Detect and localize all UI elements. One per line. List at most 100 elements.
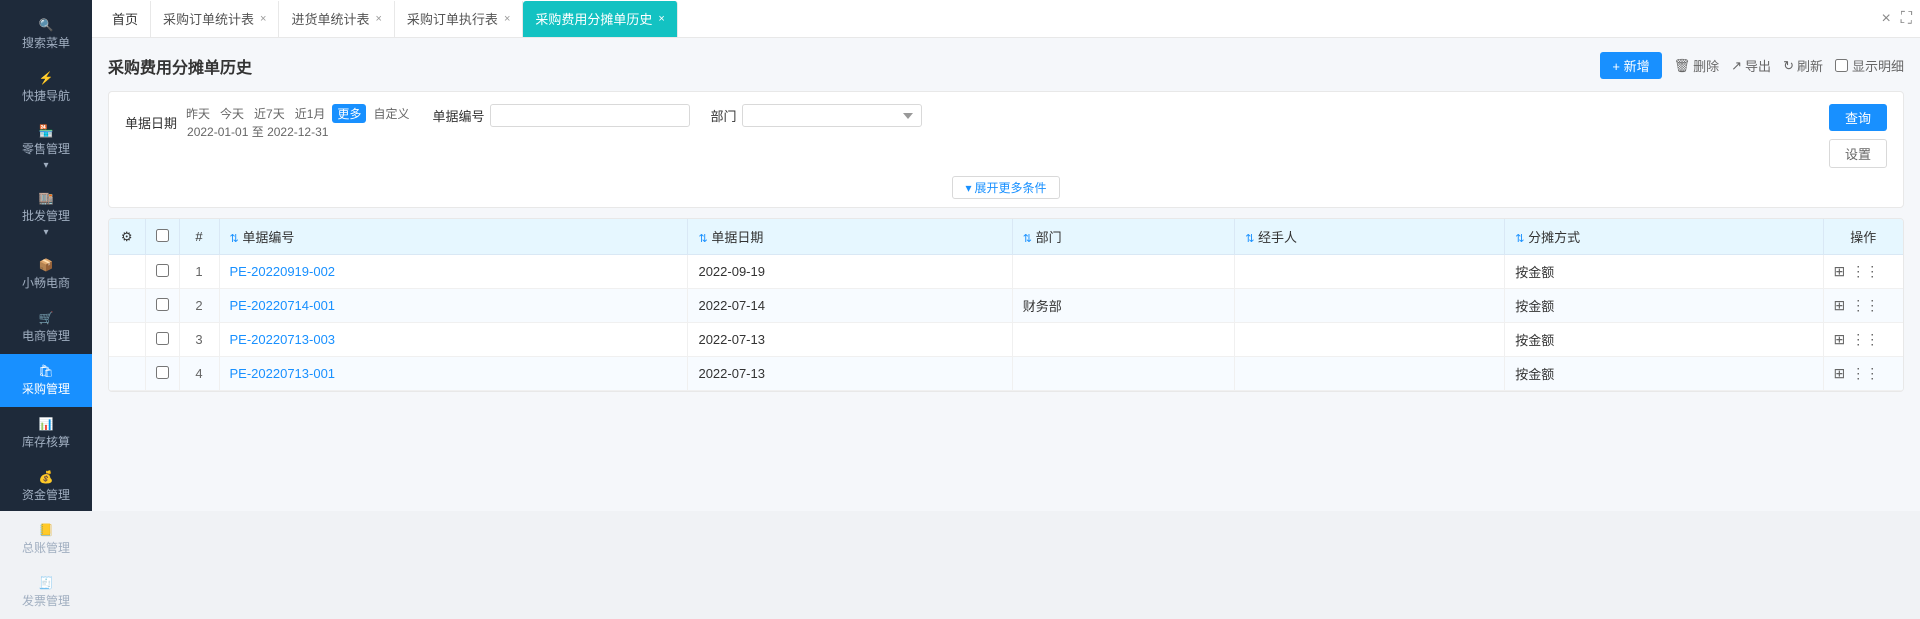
- shortcut-7days[interactable]: 近7天: [251, 104, 288, 123]
- shortcut-more[interactable]: 更多: [332, 104, 366, 123]
- tab-purchase-order-exec[interactable]: 采购订单执行表 ×: [395, 1, 523, 37]
- row-more-icon-3[interactable]: ⋮⋮: [1851, 365, 1879, 382]
- sidebar-item-ecommerce-small-label: 小畅电商: [4, 274, 88, 291]
- row-more-icon-0[interactable]: ⋮⋮: [1851, 263, 1879, 280]
- sidebar-item-inventory[interactable]: 📊 库存核算: [0, 407, 92, 460]
- row-view-icon-1[interactable]: ⊞: [1834, 297, 1846, 314]
- row-more-icon-2[interactable]: ⋮⋮: [1851, 331, 1879, 348]
- col-settings-icon[interactable]: ⚙: [121, 229, 133, 244]
- row-date-2: 2022-07-13: [688, 323, 1012, 357]
- row-checkbox-3[interactable]: [156, 366, 169, 379]
- export-button[interactable]: ↗ 导出: [1731, 56, 1771, 75]
- expand-icon: ▾: [965, 181, 971, 195]
- refresh-button[interactable]: ↻ 刷新: [1783, 56, 1823, 75]
- date-range-display[interactable]: 2022-01-01 至 2022-12-31: [187, 123, 412, 140]
- inventory-icon: 📊: [39, 417, 54, 431]
- sidebar-item-finance-label: 资金管理: [4, 486, 88, 503]
- sidebar-item-ecommerce-small[interactable]: 📦 小畅电商: [0, 248, 92, 301]
- row-dept-3: [1012, 357, 1234, 391]
- search-icon: 🔍: [39, 18, 54, 32]
- col-date-sort-icon[interactable]: ⇅: [698, 233, 707, 245]
- show-detail-input[interactable]: [1835, 59, 1848, 72]
- export-icon: ↗: [1731, 58, 1742, 74]
- sidebar: 🔍 搜索菜单 ⚡ 快捷导航 🏪 零售管理 ▾ 🏬 批发管理 ▾ 📦 小畅电商 🛒…: [0, 0, 92, 511]
- search-btn-group: 查询 设置: [1829, 104, 1887, 168]
- tabs-close-icon[interactable]: ×: [1881, 10, 1890, 28]
- settings-button[interactable]: 设置: [1829, 139, 1887, 168]
- col-doc-no: ⇅ 单据编号: [219, 219, 688, 255]
- col-dept-sort-icon[interactable]: ⇅: [1023, 233, 1032, 245]
- shortcut-today[interactable]: 今天: [217, 104, 247, 123]
- tabs-actions: × ⛶: [1881, 10, 1912, 28]
- tab-inbound-stats-close[interactable]: ×: [375, 13, 381, 25]
- dept-field: 部门 财务部: [710, 104, 922, 127]
- tab-purchase-order-exec-close[interactable]: ×: [504, 13, 510, 25]
- row-more-icon-1[interactable]: ⋮⋮: [1851, 297, 1879, 314]
- col-doc-no-sort-icon[interactable]: ⇅: [230, 233, 239, 245]
- sidebar-item-retail[interactable]: 🏪 零售管理 ▾: [0, 114, 92, 181]
- shortcut-yesterday[interactable]: 昨天: [183, 104, 213, 123]
- add-button[interactable]: + 新增: [1600, 52, 1661, 79]
- purchase-icon: 🛍: [38, 364, 53, 378]
- row-view-icon-3[interactable]: ⊞: [1834, 365, 1846, 382]
- row-docno-link-1[interactable]: PE-20220714-001: [230, 298, 336, 313]
- show-detail-checkbox[interactable]: 显示明细: [1835, 56, 1904, 75]
- tabs-maximize-icon[interactable]: ⛶: [1901, 10, 1912, 28]
- tab-home-label: 首页: [112, 9, 138, 28]
- shortcut-custom[interactable]: 自定义: [370, 104, 412, 123]
- sidebar-item-finance[interactable]: 💰 资金管理: [0, 460, 92, 513]
- tab-expense-history-close[interactable]: ×: [658, 13, 664, 25]
- sidebar-item-ledger[interactable]: 📒 总账管理: [0, 513, 92, 566]
- tab-expense-history[interactable]: 采购费用分摊单历史 ×: [523, 1, 677, 37]
- sidebar-item-ecommerce-label: 电商管理: [4, 327, 88, 344]
- doc-no-input[interactable]: [490, 104, 690, 127]
- col-handler: ⇅ 经手人: [1235, 219, 1505, 255]
- tab-purchase-order-stats[interactable]: 采购订单统计表 ×: [151, 1, 279, 37]
- row-checkbox-1[interactable]: [156, 298, 169, 311]
- tab-purchase-order-stats-close[interactable]: ×: [260, 13, 266, 25]
- sidebar-item-ecommerce[interactable]: 🛒 电商管理: [0, 301, 92, 354]
- date-label: 单据日期: [125, 113, 177, 132]
- dept-select[interactable]: 财务部: [742, 104, 922, 127]
- sidebar-item-purchase-label: 采购管理: [4, 380, 88, 397]
- delete-button[interactable]: 🗑 删除: [1674, 56, 1720, 75]
- row-method-0: 按金额: [1505, 255, 1823, 289]
- table-row: 2 PE-20220714-001 2022-07-14 财务部 按金额 ⊞ ⋮…: [109, 289, 1903, 323]
- sidebar-item-quicknav[interactable]: ⚡ 快捷导航: [0, 61, 92, 114]
- select-all-checkbox[interactable]: [156, 229, 169, 242]
- row-dept-1: 财务部: [1012, 289, 1234, 323]
- row-checkbox-0[interactable]: [156, 264, 169, 277]
- table-row: 1 PE-20220919-002 2022-09-19 按金额 ⊞ ⋮⋮: [109, 255, 1903, 289]
- row-view-icon-0[interactable]: ⊞: [1834, 263, 1846, 280]
- row-method-3: 按金额: [1505, 357, 1823, 391]
- search-button[interactable]: 查询: [1829, 104, 1887, 131]
- col-ops: 操作: [1823, 219, 1903, 255]
- row-view-icon-2[interactable]: ⊞: [1834, 331, 1846, 348]
- delete-icon: 🗑: [1674, 58, 1691, 74]
- expand-conditions-button[interactable]: ▾ 展开更多条件: [952, 176, 1059, 199]
- col-method-sort-icon[interactable]: ⇅: [1515, 233, 1524, 245]
- row-checkbox-2[interactable]: [156, 332, 169, 345]
- search-bar: 单据日期 昨天 今天 近7天 近1月 更多 自定义 2022-01-01 至 2…: [108, 91, 1904, 208]
- sidebar-item-search[interactable]: 🔍 搜索菜单: [0, 8, 92, 61]
- row-docno-link-0[interactable]: PE-20220919-002: [230, 264, 336, 279]
- shortcut-1month[interactable]: 近1月: [292, 104, 329, 123]
- col-handler-sort-icon[interactable]: ⇅: [1245, 233, 1254, 245]
- sidebar-item-invoice[interactable]: 🧾 发票管理: [0, 566, 92, 619]
- sidebar-item-purchase[interactable]: 🛍 采购管理: [0, 354, 92, 407]
- row-docno-link-2[interactable]: PE-20220713-003: [230, 332, 336, 347]
- row-check-0: [145, 255, 179, 289]
- row-docno-2: PE-20220713-003: [219, 323, 688, 357]
- tab-home[interactable]: 首页: [100, 1, 151, 37]
- row-settings-2: [109, 323, 145, 357]
- row-ops-0: ⊞ ⋮⋮: [1823, 255, 1903, 289]
- sidebar-item-wholesale[interactable]: 🏬 批发管理 ▾: [0, 181, 92, 248]
- tab-inbound-stats[interactable]: 进货单统计表 ×: [279, 1, 394, 37]
- col-dept: ⇅ 部门: [1012, 219, 1234, 255]
- date-field: 单据日期 昨天 今天 近7天 近1月 更多 自定义 2022-01-01 至 2…: [125, 104, 412, 140]
- page-title: 采购费用分摊单历史: [108, 54, 252, 78]
- row-check-1: [145, 289, 179, 323]
- row-docno-link-3[interactable]: PE-20220713-001: [230, 366, 336, 381]
- header-actions: + 新增 🗑 删除 ↗ 导出 ↻ 刷新 显示明细: [1600, 52, 1904, 79]
- row-dept-0: [1012, 255, 1234, 289]
